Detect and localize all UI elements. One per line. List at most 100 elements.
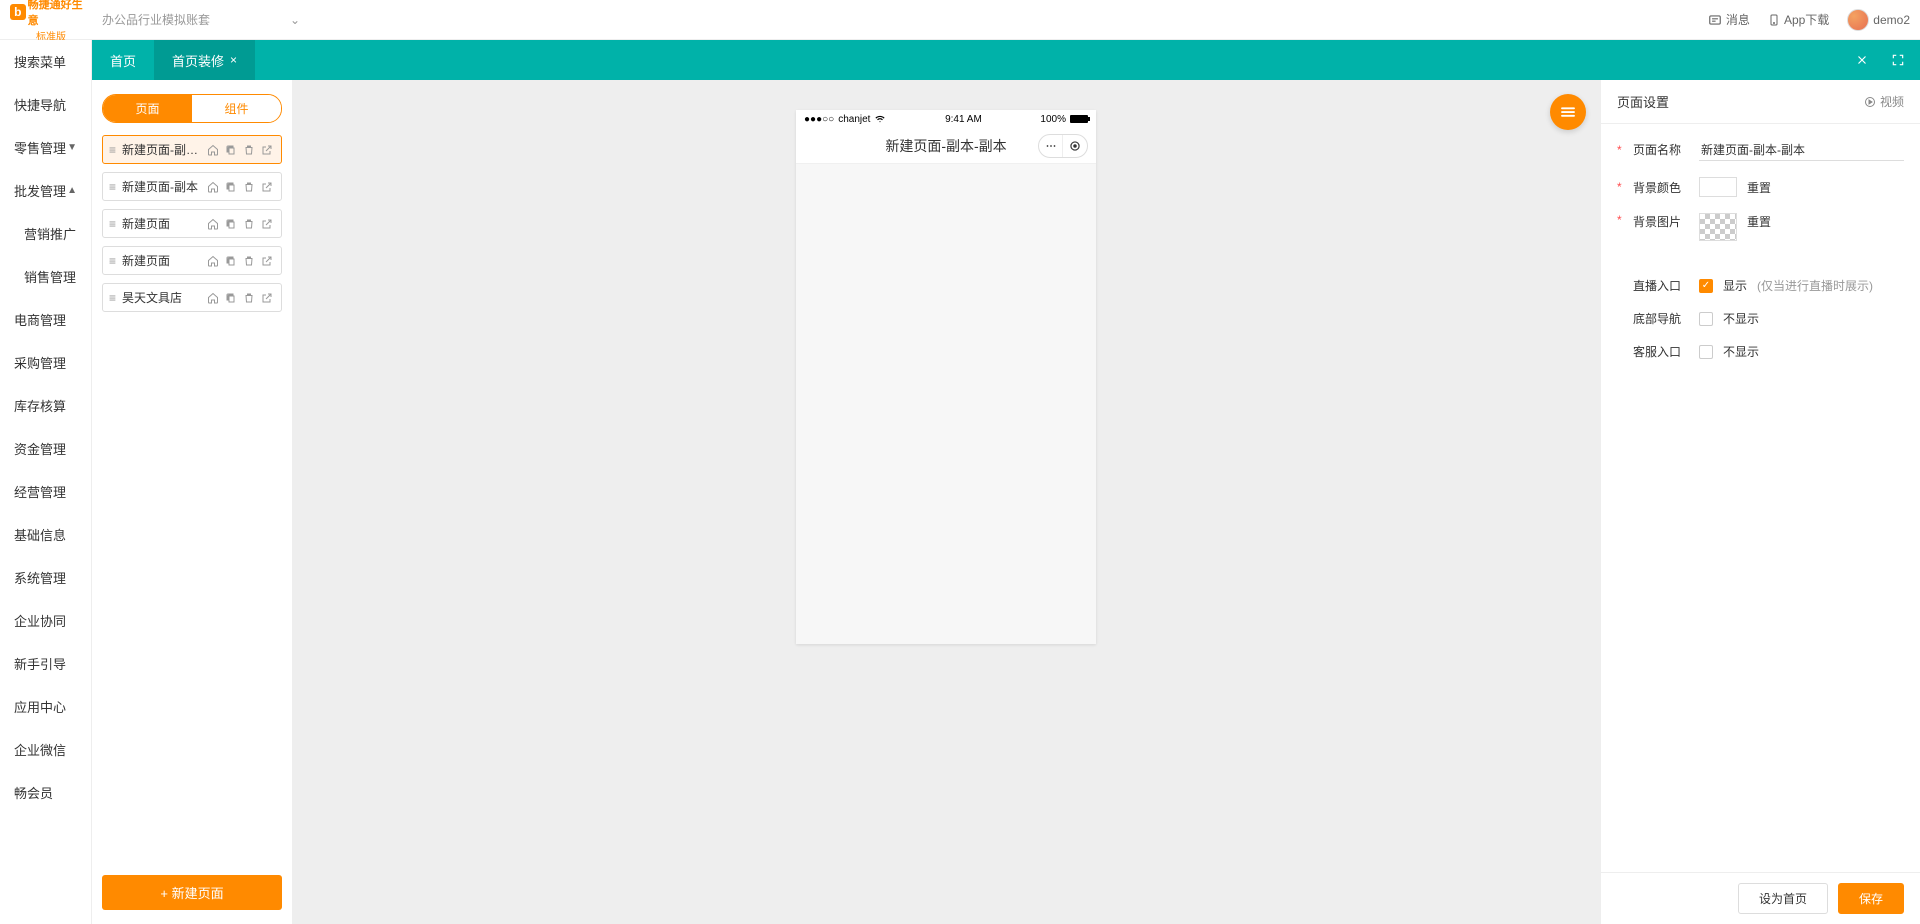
page-item-actions	[207, 181, 275, 193]
brand-logo: b 畅捷通好生意 标准版	[10, 0, 92, 43]
sidebar-item[interactable]: 库存核算	[0, 384, 91, 427]
battery-icon	[1070, 115, 1088, 123]
external-link-icon[interactable]	[261, 144, 275, 156]
page-item[interactable]: ≡新建页面	[102, 246, 282, 275]
messages-label: 消息	[1726, 11, 1750, 28]
copy-icon[interactable]	[225, 218, 239, 230]
external-link-icon[interactable]	[261, 181, 275, 193]
drag-handle-icon[interactable]: ≡	[109, 291, 116, 305]
sidebar-sub-item[interactable]: 销售管理	[0, 255, 91, 298]
sidebar-item[interactable]: 批发管理▲	[0, 169, 91, 212]
bg-image-reset[interactable]: 重置	[1747, 213, 1771, 230]
bg-image-swatch[interactable]	[1699, 213, 1737, 241]
messages-link[interactable]: 消息	[1708, 11, 1750, 28]
page-item[interactable]: ≡新建页面-副本...	[102, 135, 282, 164]
copy-icon[interactable]	[225, 255, 239, 267]
external-link-icon[interactable]	[261, 218, 275, 230]
bg-image-label: 背景图片	[1633, 213, 1689, 230]
service-entry-checkbox[interactable]	[1699, 345, 1713, 359]
page-item[interactable]: ≡ 新建页面-副本	[102, 172, 282, 201]
page-item-name: 昊天文具店	[122, 289, 201, 306]
capsule-more-button[interactable]	[1039, 135, 1063, 157]
sidebar-item-label: 快捷导航	[14, 95, 66, 114]
home-icon[interactable]	[207, 144, 221, 156]
home-icon[interactable]	[207, 218, 221, 230]
drag-handle-icon[interactable]: ≡	[109, 143, 116, 157]
app-download-label: App下载	[1784, 11, 1829, 28]
save-button[interactable]: 保存	[1838, 883, 1904, 914]
seg-tab-page[interactable]: 页面	[103, 95, 192, 122]
bottom-nav-checkbox[interactable]	[1699, 312, 1713, 326]
drag-handle-icon[interactable]: ≡	[109, 217, 116, 231]
page-item-name: 新建页面-副本	[122, 178, 201, 195]
not-show-label-2: 不显示	[1723, 343, 1759, 360]
drag-handle-icon[interactable]: ≡	[109, 254, 116, 268]
home-icon[interactable]	[207, 181, 221, 193]
page-name-label: 页面名称	[1633, 141, 1689, 158]
close-all-tabs-button[interactable]	[1848, 46, 1876, 74]
phone-title-bar: 新建页面-副本-副本	[796, 128, 1096, 164]
page-item[interactable]: ≡新建页面	[102, 209, 282, 238]
bg-color-swatch[interactable]	[1699, 177, 1737, 197]
video-link-label: 视频	[1880, 93, 1904, 110]
page-item[interactable]: ≡ 昊天文具店	[102, 283, 282, 312]
delete-icon[interactable]	[243, 255, 257, 267]
live-entry-checkbox[interactable]: ✓	[1699, 279, 1713, 293]
bg-color-reset[interactable]: 重置	[1747, 179, 1771, 196]
sidebar-item[interactable]: 基础信息	[0, 513, 91, 556]
delete-icon[interactable]	[243, 218, 257, 230]
copy-icon[interactable]	[225, 292, 239, 304]
company-selector[interactable]: 办公品行业模拟账套 ⌄	[102, 11, 300, 28]
header-actions: 消息 App下载 demo2	[1708, 9, 1910, 31]
page-item-actions	[207, 255, 275, 267]
sidebar-item[interactable]: 资金管理	[0, 427, 91, 470]
sidebar-item[interactable]: 企业微信	[0, 728, 91, 771]
phone-body[interactable]	[796, 164, 1096, 644]
sidebar-sub-item[interactable]: 营销推广	[0, 212, 91, 255]
sidebar-item[interactable]: 搜索菜单	[0, 40, 91, 83]
sidebar-item[interactable]: 采购管理	[0, 341, 91, 384]
delete-icon[interactable]	[243, 181, 257, 193]
seg-tab-component[interactable]: 组件	[192, 95, 281, 122]
fullscreen-button[interactable]	[1884, 46, 1912, 74]
new-page-button[interactable]: + 新建页面	[102, 875, 282, 910]
capsule-close-button[interactable]	[1063, 135, 1087, 157]
sidebar-item-label: 库存核算	[14, 396, 66, 415]
copy-icon[interactable]	[225, 181, 239, 193]
delete-icon[interactable]	[243, 292, 257, 304]
sidebar-item-label: 资金管理	[14, 439, 66, 458]
sidebar-item[interactable]: 系统管理	[0, 556, 91, 599]
chevron-up-icon: ▲	[67, 185, 77, 196]
battery-label: 100%	[1040, 114, 1066, 125]
tab[interactable]: 首页	[92, 40, 154, 80]
video-help-link[interactable]: 视频	[1864, 93, 1904, 110]
home-icon[interactable]	[207, 255, 221, 267]
delete-icon[interactable]	[243, 144, 257, 156]
sidebar-item[interactable]: 企业协同	[0, 599, 91, 642]
chevron-down-icon: ▼	[67, 142, 77, 153]
sidebar-item-label: 零售管理	[14, 138, 66, 157]
sidebar-item-label: 经营管理	[14, 482, 66, 501]
sidebar-item[interactable]: 畅会员	[0, 771, 91, 814]
page-name-input[interactable]	[1699, 138, 1904, 161]
carrier-label: chanjet	[838, 114, 870, 125]
app-download-link[interactable]: App下载	[1768, 11, 1829, 28]
external-link-icon[interactable]	[261, 255, 275, 267]
sidebar-item[interactable]: 电商管理	[0, 298, 91, 341]
bg-color-label: 背景颜色	[1633, 179, 1689, 196]
float-menu-button[interactable]	[1550, 94, 1586, 130]
user-menu[interactable]: demo2	[1847, 9, 1910, 31]
sidebar-item[interactable]: 经营管理	[0, 470, 91, 513]
required-marker: *	[1617, 213, 1623, 227]
tab[interactable]: 首页装修×	[154, 40, 255, 80]
sidebar-item[interactable]: 新手引导	[0, 642, 91, 685]
sidebar-item[interactable]: 零售管理▼	[0, 126, 91, 169]
sidebar-item[interactable]: 应用中心	[0, 685, 91, 728]
sidebar-item[interactable]: 快捷导航	[0, 83, 91, 126]
drag-handle-icon[interactable]: ≡	[109, 180, 116, 194]
set-home-button[interactable]: 设为首页	[1738, 883, 1828, 914]
external-link-icon[interactable]	[261, 292, 275, 304]
close-icon[interactable]: ×	[230, 53, 237, 67]
copy-icon[interactable]	[225, 144, 239, 156]
home-icon[interactable]	[207, 292, 221, 304]
